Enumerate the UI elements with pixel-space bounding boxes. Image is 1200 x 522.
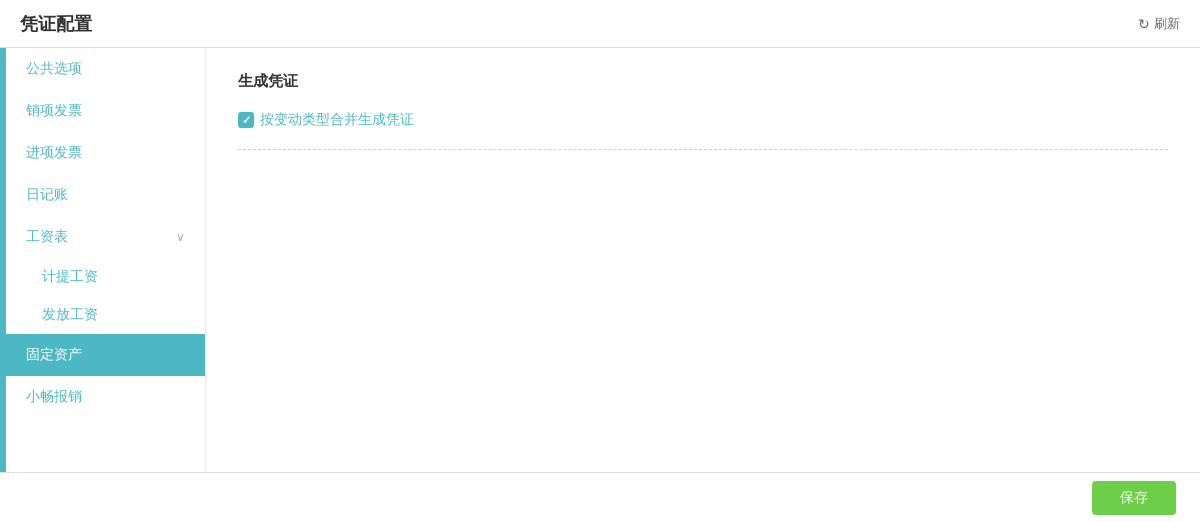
page-header: 凭证配置 ↻ 刷新 <box>0 0 1200 48</box>
sidebar-item-label: 小畅报销 <box>26 388 82 406</box>
page-title: 凭证配置 <box>20 12 92 36</box>
checkbox-wrapper[interactable]: 按变动类型合并生成凭证 <box>238 111 414 129</box>
section-divider <box>238 149 1168 150</box>
refresh-label: 刷新 <box>1154 15 1180 33</box>
body-container: 公共选项销项发票进项发票日记账工资表 ∨ 计提工资发放工资固定资产小畅报销 生成凭证… <box>0 48 1200 472</box>
refresh-button[interactable]: ↻ 刷新 <box>1138 15 1180 33</box>
main-content: 生成凭证 按变动类型合并生成凭证 <box>206 48 1200 472</box>
merge-checkbox[interactable] <box>238 112 254 128</box>
sidebar-item-label: 日记账 <box>26 186 68 204</box>
page-footer: 保存 <box>0 472 1200 522</box>
sidebar-item-sales-invoice[interactable]: 销项发票 <box>6 90 205 132</box>
sidebar-item-label: 计提工资 <box>42 268 98 284</box>
checkbox-label: 按变动类型合并生成凭证 <box>260 111 414 129</box>
sidebar-item-label: 发放工资 <box>42 306 98 322</box>
refresh-icon: ↻ <box>1138 16 1150 32</box>
chevron-down-icon: ∨ <box>176 230 185 244</box>
sidebar-item-journal[interactable]: 日记账 <box>6 174 205 216</box>
sidebar-sub-item-accrual[interactable]: 计提工资 <box>6 258 205 296</box>
sidebar-item-expense[interactable]: 小畅报销 <box>6 376 205 418</box>
sidebar-item-label: 公共选项 <box>26 60 82 78</box>
sidebar-sub-item-distribute[interactable]: 发放工资 <box>6 296 205 334</box>
checkbox-row: 按变动类型合并生成凭证 <box>238 111 1168 129</box>
page-container: 凭证配置 ↻ 刷新 公共选项销项发票进项发票日记账工资表 ∨ 计提工资发放工资固定资… <box>0 0 1200 522</box>
sidebar: 公共选项销项发票进项发票日记账工资表 ∨ 计提工资发放工资固定资产小畅报销 <box>6 48 206 472</box>
sidebar-item-public[interactable]: 公共选项 <box>6 48 205 90</box>
sidebar-item-payroll[interactable]: 工资表 ∨ <box>6 216 205 258</box>
section-title: 生成凭证 <box>238 72 1168 91</box>
sidebar-item-label: 工资表 <box>26 228 68 246</box>
sidebar-item-label: 固定资产 <box>26 346 82 364</box>
save-button[interactable]: 保存 <box>1092 481 1176 515</box>
sidebar-item-fixed-assets[interactable]: 固定资产 <box>6 334 205 376</box>
sidebar-item-label: 销项发票 <box>26 102 82 120</box>
sidebar-item-label: 进项发票 <box>26 144 82 162</box>
sidebar-item-purchase-invoice[interactable]: 进项发票 <box>6 132 205 174</box>
